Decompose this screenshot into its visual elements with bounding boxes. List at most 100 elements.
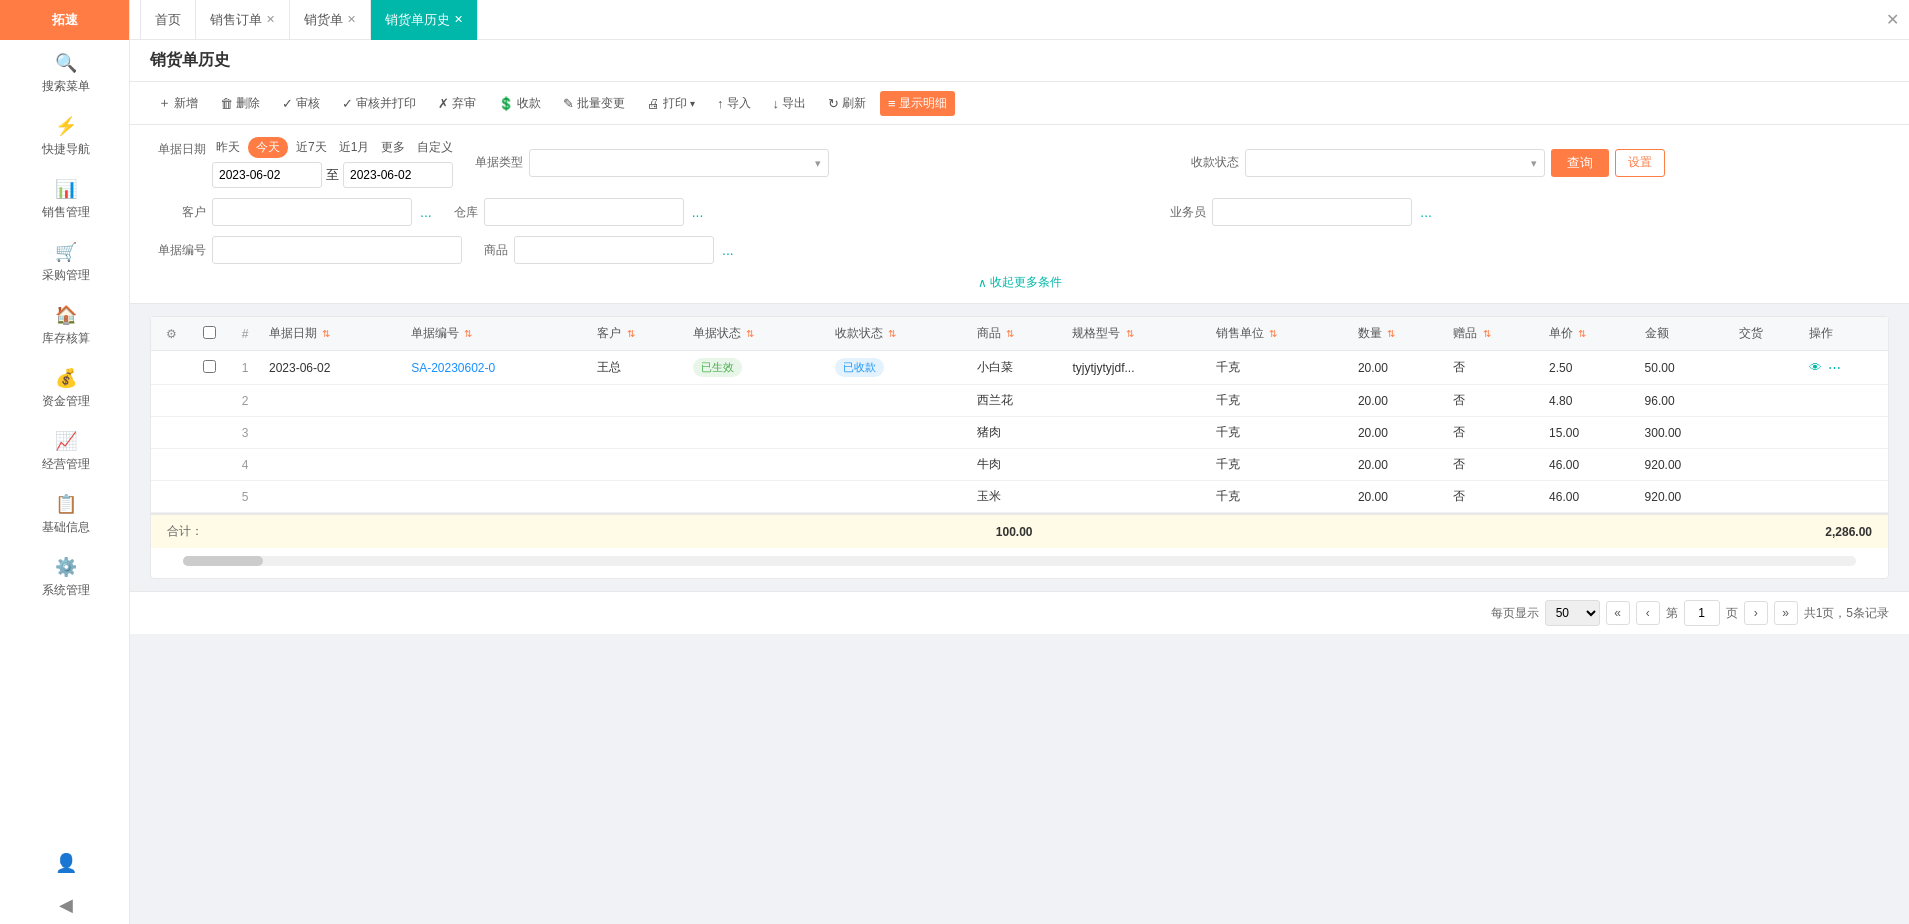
sidebar-item-finance[interactable]: 💰 资金管理 — [0, 355, 129, 418]
prev-page-button[interactable]: ‹ — [1636, 601, 1660, 625]
row2-transaction — [1733, 385, 1803, 417]
query-button[interactable]: 查询 — [1551, 149, 1609, 177]
close-sales-delivery-tab-icon[interactable]: ✕ — [347, 13, 356, 26]
show-details-button[interactable]: ≡ 显示明细 — [880, 91, 955, 116]
date-7days[interactable]: 近7天 — [292, 137, 331, 158]
page-number-input[interactable] — [1684, 600, 1720, 626]
warehouse-ellipsis-button[interactable]: ... — [692, 204, 704, 220]
col-doc-status[interactable]: 单据状态 ⇅ — [687, 317, 829, 351]
horizontal-scrollbar[interactable] — [183, 556, 1856, 566]
date-more[interactable]: 更多 — [377, 137, 409, 158]
col-spec[interactable]: 规格型号 ⇅ — [1066, 317, 1209, 351]
row1-more-button[interactable]: ⋯ — [1828, 360, 1841, 375]
row3-payment-status — [829, 417, 971, 449]
row2-spec — [1066, 385, 1209, 417]
table-row: 4 牛肉 千克 20.00 否 46.00 920. — [151, 449, 1888, 481]
sidebar-item-sales-mgmt[interactable]: 📊 销售管理 — [0, 166, 129, 229]
date-1month[interactable]: 近1月 — [335, 137, 374, 158]
payment-status-select[interactable] — [1245, 149, 1545, 177]
col-gift[interactable]: 赠品 ⇅ — [1447, 317, 1543, 351]
date-yesterday[interactable]: 昨天 — [212, 137, 244, 158]
warehouse-input[interactable] — [484, 198, 684, 226]
scrollbar-thumb[interactable] — [183, 556, 263, 566]
row3-number: 3 — [227, 417, 263, 449]
sidebar-item-user[interactable]: 👤 — [0, 840, 129, 882]
sidebar-item-basic-info[interactable]: 📋 基础信息 — [0, 481, 129, 544]
row2-qty: 20.00 — [1352, 385, 1448, 417]
doc-type-select[interactable] — [529, 149, 829, 177]
audit-button[interactable]: ✓ 审核 — [274, 91, 328, 116]
audit-print-button[interactable]: ✓ 审核并打印 — [334, 91, 424, 116]
tab-sales-history[interactable]: 销货单历史 ✕ — [371, 0, 478, 40]
tab-sales-order[interactable]: 销售订单 ✕ — [196, 0, 290, 40]
date-today[interactable]: 今天 — [248, 137, 288, 158]
import-button[interactable]: ↑ 导入 — [709, 91, 759, 116]
col-unit-price[interactable]: 单价 ⇅ — [1543, 317, 1639, 351]
row1-checkbox[interactable] — [203, 360, 216, 373]
salesperson-ellipsis-button[interactable]: ... — [1420, 204, 1432, 220]
date-from-input[interactable] — [212, 162, 322, 188]
goods-ellipsis-button[interactable]: ... — [722, 242, 734, 258]
row4-goods: 牛肉 — [971, 449, 1067, 481]
customer-input[interactable] — [212, 198, 412, 226]
row1-customer: 王总 — [591, 351, 687, 385]
sidebar-item-label: 采购管理 — [42, 267, 90, 284]
sidebar-item-quick-nav[interactable]: ⚡ 快捷导航 — [0, 103, 129, 166]
col-doc-number[interactable]: 单据编号 ⇅ — [405, 317, 591, 351]
row1-doc-number[interactable]: SA-20230602-0 — [405, 351, 591, 385]
date-to-input[interactable] — [343, 162, 453, 188]
goods-input[interactable] — [514, 236, 714, 264]
customer-ellipsis-button[interactable]: ... — [420, 204, 432, 220]
collapse-button[interactable]: ∧ 收起更多条件 — [150, 274, 1889, 291]
delete-button[interactable]: 🗑 删除 — [212, 91, 268, 116]
row2-number: 2 — [227, 385, 263, 417]
per-page-select[interactable]: 20 50 100 — [1545, 600, 1600, 626]
sidebar-item-inventory[interactable]: 🏠 库存核算 — [0, 292, 129, 355]
setting-button[interactable]: 设置 — [1615, 149, 1665, 177]
sidebar-item-sys-mgmt[interactable]: ⚙️ 系统管理 — [0, 544, 129, 607]
row1-view-button[interactable]: 👁 — [1809, 360, 1822, 375]
doc-type-field: 单据类型 ▾ — [467, 149, 1173, 177]
salesperson-input[interactable] — [1212, 198, 1412, 226]
last-page-button[interactable]: » — [1774, 601, 1798, 625]
sidebar-item-operations[interactable]: 📈 经营管理 — [0, 418, 129, 481]
col-qty[interactable]: 数量 ⇅ — [1352, 317, 1448, 351]
refresh-button[interactable]: ↻ 刷新 — [820, 91, 874, 116]
tab-sales-delivery[interactable]: 销货单 ✕ — [290, 0, 371, 40]
new-button[interactable]: ＋ 新增 — [150, 90, 206, 116]
collect-button[interactable]: 💲 收款 — [490, 91, 549, 116]
select-all-checkbox[interactable] — [203, 326, 216, 339]
tabs-close-all-button[interactable]: ✕ — [1886, 10, 1899, 29]
export-button[interactable]: ↓ 导出 — [765, 91, 815, 116]
row5-goods: 玉米 — [971, 481, 1067, 513]
doc-type-select-wrapper: ▾ — [529, 149, 829, 177]
show-details-icon: ≡ — [888, 96, 896, 111]
row5-doc-status — [687, 481, 829, 513]
date-custom[interactable]: 自定义 — [413, 137, 457, 158]
col-unit[interactable]: 销售单位 ⇅ — [1210, 317, 1352, 351]
close-sales-order-tab-icon[interactable]: ✕ — [266, 13, 275, 26]
col-goods[interactable]: 商品 ⇅ — [971, 317, 1067, 351]
col-check — [191, 317, 227, 351]
row1-settings-cell — [151, 351, 191, 385]
tab-home[interactable]: 首页 — [140, 0, 196, 40]
sidebar-item-search-menu[interactable]: 🔍 搜索菜单 — [0, 40, 129, 103]
next-page-button[interactable]: › — [1744, 601, 1768, 625]
data-table: ⚙ # 单据日期 ⇅ 单据编号 ⇅ — [151, 317, 1888, 513]
first-page-button[interactable]: « — [1606, 601, 1630, 625]
row4-transaction — [1733, 449, 1803, 481]
close-sales-history-tab-icon[interactable]: ✕ — [454, 13, 463, 26]
sidebar-item-purchase-mgmt[interactable]: 🛒 采购管理 — [0, 229, 129, 292]
batch-change-button[interactable]: ✎ 批量变更 — [555, 91, 633, 116]
sidebar-item-toggle[interactable]: ◀ — [0, 882, 129, 924]
sidebar-item-label: 经营管理 — [42, 456, 90, 473]
doc-number-input[interactable] — [212, 236, 462, 264]
col-payment-status[interactable]: 收款状态 ⇅ — [829, 317, 971, 351]
table-row: 3 猪肉 千克 20.00 否 15.00 300. — [151, 417, 1888, 449]
print-button[interactable]: 🖨 打印 ▾ — [639, 91, 703, 116]
col-settings[interactable]: ⚙ — [151, 317, 191, 351]
abandon-button[interactable]: ✗ 弃审 — [430, 91, 484, 116]
row1-check-cell[interactable] — [191, 351, 227, 385]
col-doc-date[interactable]: 单据日期 ⇅ — [263, 317, 405, 351]
col-customer[interactable]: 客户 ⇅ — [591, 317, 687, 351]
